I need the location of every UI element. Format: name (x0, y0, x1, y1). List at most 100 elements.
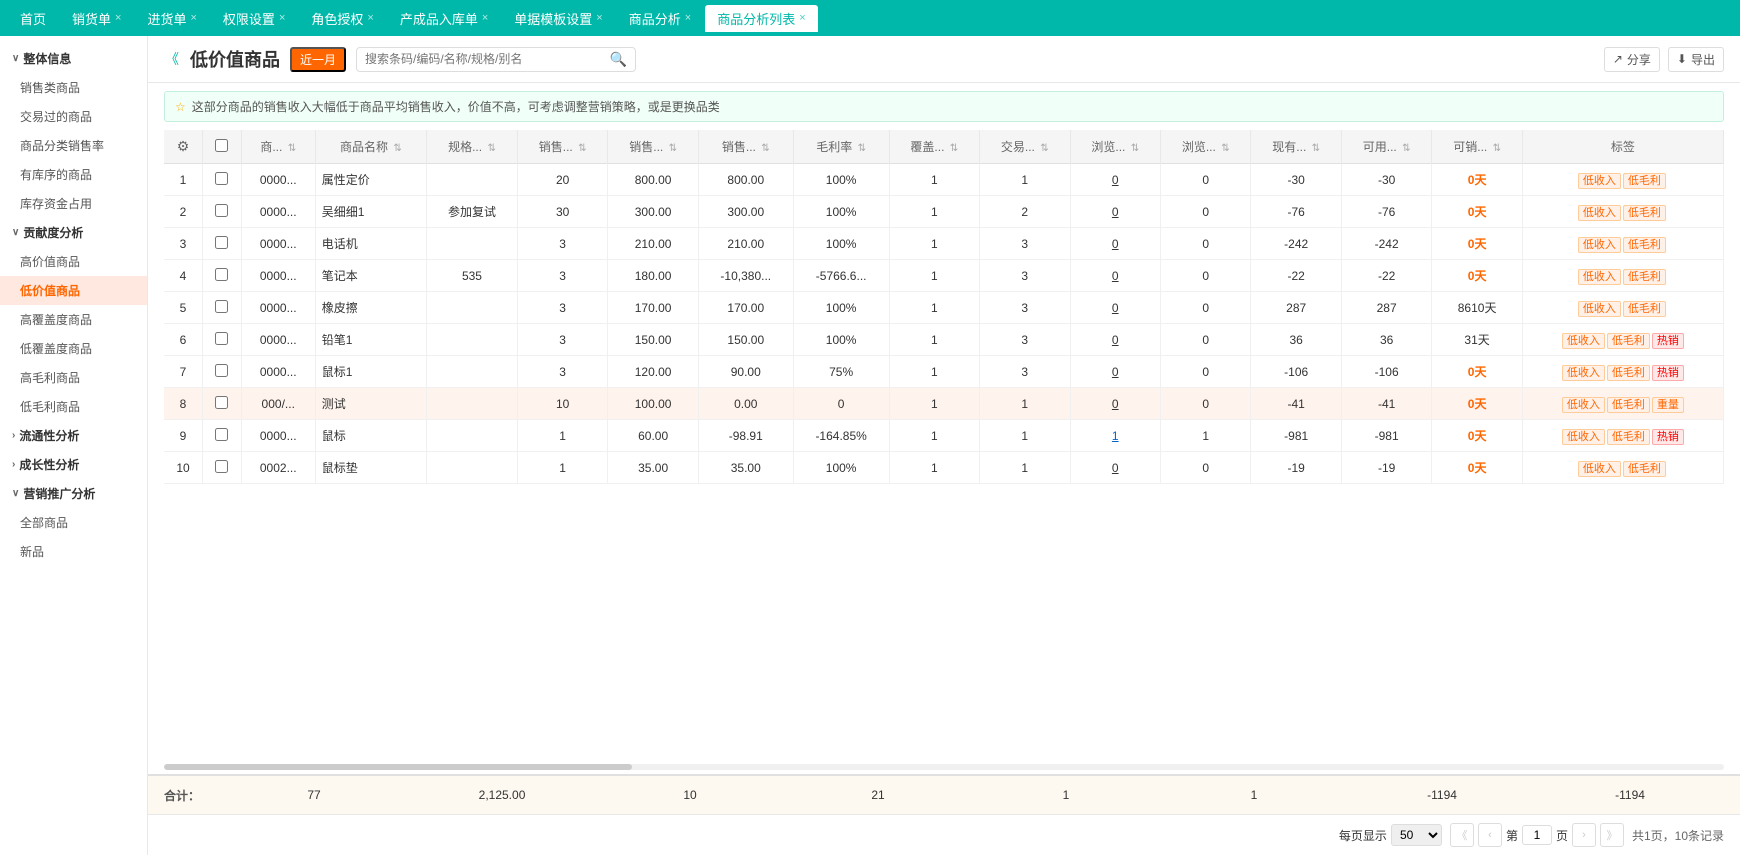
row-select-checkbox[interactable] (215, 204, 228, 217)
close-icon[interactable]: × (190, 12, 196, 24)
row-browse1[interactable]: 1 (1070, 420, 1160, 452)
nav-template-settings[interactable]: 单据模板设置 × (502, 5, 614, 32)
code-column-header[interactable]: 商... ⇅ (241, 130, 315, 164)
sidebar-group-growth[interactable]: › 成长性分析 (0, 450, 147, 479)
checkbox-column-header[interactable] (203, 130, 242, 164)
row-select-checkbox[interactable] (215, 172, 228, 185)
row-checkbox[interactable] (203, 196, 242, 228)
browse1-value[interactable]: 0 (1112, 205, 1119, 219)
share-button[interactable]: ↗ 分享 (1604, 47, 1660, 72)
sidebar-group-overall[interactable]: ∨ 整体信息 (0, 44, 147, 73)
close-icon[interactable]: × (279, 12, 285, 24)
sidebar-item-category-sales-rate[interactable]: 商品分类销售率 (0, 131, 147, 160)
export-button[interactable]: ⬇ 导出 (1668, 47, 1724, 72)
nav-product-stock[interactable]: 产成品入库单 × (388, 5, 500, 32)
page-size-dropdown[interactable]: 50 100 200 (1391, 824, 1442, 846)
row-browse1[interactable]: 0 (1070, 324, 1160, 356)
nav-permissions[interactable]: 权限设置 × (211, 5, 297, 32)
row-select-checkbox[interactable] (215, 396, 228, 409)
sale-qty-column-header[interactable]: 销售... ⇅ (517, 130, 607, 164)
sidebar-item-traded-products[interactable]: 交易过的商品 (0, 102, 147, 131)
sidebar-item-all-products[interactable]: 全部商品 (0, 508, 147, 537)
row-select-checkbox[interactable] (215, 460, 228, 473)
row-select-checkbox[interactable] (215, 300, 228, 313)
last-page-button[interactable]: 》 (1600, 823, 1624, 847)
sidebar-item-stocked-products[interactable]: 有库序的商品 (0, 160, 147, 189)
close-icon[interactable]: × (685, 12, 691, 24)
nav-role-auth[interactable]: 角色授权 × (299, 5, 385, 32)
browse1-value[interactable]: 0 (1112, 397, 1119, 411)
row-browse1[interactable]: 0 (1070, 452, 1160, 484)
next-page-button[interactable]: › (1572, 823, 1596, 847)
sidebar-group-liquidity[interactable]: › 流通性分析 (0, 421, 147, 450)
browse1-column-header[interactable]: 浏览... ⇅ (1070, 130, 1160, 164)
row-checkbox[interactable] (203, 260, 242, 292)
sidebar-item-low-coverage[interactable]: 低覆盖度商品 (0, 334, 147, 363)
browse1-value[interactable]: 0 (1112, 301, 1119, 315)
available-stock-column-header[interactable]: 可用... ⇅ (1341, 130, 1431, 164)
sidebar-item-high-value[interactable]: 高价值商品 (0, 247, 147, 276)
sale-amount-column-header[interactable]: 销售... ⇅ (608, 130, 698, 164)
sidebar-group-contribution[interactable]: ∨ 贡献度分析 (0, 218, 147, 247)
row-select-checkbox[interactable] (215, 428, 228, 441)
first-page-button[interactable]: 《 (1450, 823, 1474, 847)
page-input[interactable] (1522, 825, 1552, 845)
row-checkbox[interactable] (203, 420, 242, 452)
row-checkbox[interactable] (203, 324, 242, 356)
sidebar-item-high-coverage[interactable]: 高覆盖度商品 (0, 305, 147, 334)
row-browse1[interactable]: 0 (1070, 260, 1160, 292)
collapse-sidebar-button[interactable]: 《 (164, 51, 180, 67)
coverage-column-header[interactable]: 覆盖... ⇅ (889, 130, 979, 164)
row-browse1[interactable]: 0 (1070, 388, 1160, 420)
close-icon[interactable]: × (799, 12, 805, 24)
name-column-header[interactable]: 商品名称 ⇅ (315, 130, 426, 164)
row-checkbox[interactable] (203, 164, 242, 196)
row-checkbox[interactable] (203, 292, 242, 324)
row-browse1[interactable]: 0 (1070, 228, 1160, 260)
settings-icon[interactable]: ⚙ (177, 138, 190, 154)
sidebar-item-low-value[interactable]: 低价值商品 (0, 276, 147, 305)
row-browse1[interactable]: 0 (1070, 196, 1160, 228)
browse2-column-header[interactable]: 浏览... ⇅ (1160, 130, 1250, 164)
nav-sales-order[interactable]: 销货单 × (60, 5, 133, 32)
search-input[interactable] (365, 52, 610, 66)
row-select-checkbox[interactable] (215, 268, 228, 281)
close-icon[interactable]: × (596, 12, 602, 24)
sidebar-group-marketing[interactable]: ∨ 营销推广分析 (0, 479, 147, 508)
row-select-checkbox[interactable] (215, 364, 228, 377)
browse1-value[interactable]: 0 (1112, 333, 1119, 347)
row-checkbox[interactable] (203, 228, 242, 260)
horizontal-scrollbar[interactable] (148, 764, 1740, 774)
select-all-checkbox[interactable] (215, 139, 228, 152)
sidebar-item-low-margin[interactable]: 低毛利商品 (0, 392, 147, 421)
sidebar-item-sales-products[interactable]: 销售类商品 (0, 73, 147, 102)
nav-home[interactable]: 首页 (8, 5, 58, 32)
row-checkbox[interactable] (203, 356, 242, 388)
nav-product-analysis[interactable]: 商品分析 × (617, 5, 703, 32)
row-browse1[interactable]: 0 (1070, 164, 1160, 196)
browse1-value[interactable]: 0 (1112, 237, 1119, 251)
spec-column-header[interactable]: 规格... ⇅ (427, 130, 518, 164)
browse1-value[interactable]: 1 (1112, 429, 1119, 443)
row-browse1[interactable]: 0 (1070, 292, 1160, 324)
row-select-checkbox[interactable] (215, 236, 228, 249)
row-checkbox[interactable] (203, 452, 242, 484)
close-icon[interactable]: × (115, 12, 121, 24)
tags-column-header[interactable]: 标签 (1522, 130, 1723, 164)
close-icon[interactable]: × (482, 12, 488, 24)
sidebar-item-new-products[interactable]: 新品 (0, 537, 147, 566)
nav-product-analysis-list[interactable]: 商品分析列表 × (705, 5, 817, 32)
browse1-value[interactable]: 0 (1112, 365, 1119, 379)
sidebar-item-inventory-fund[interactable]: 库存资金占用 (0, 189, 147, 218)
row-browse1[interactable]: 0 (1070, 356, 1160, 388)
filter-tag-button[interactable]: 近一月 (290, 47, 346, 72)
browse1-value[interactable]: 0 (1112, 173, 1119, 187)
gross-margin-column-header[interactable]: 毛利率 ⇅ (793, 130, 889, 164)
row-select-checkbox[interactable] (215, 332, 228, 345)
prev-page-button[interactable]: ‹ (1478, 823, 1502, 847)
saleable-days-column-header[interactable]: 可销... ⇅ (1432, 130, 1522, 164)
row-checkbox[interactable] (203, 388, 242, 420)
transaction-column-header[interactable]: 交易... ⇅ (980, 130, 1070, 164)
browse1-value[interactable]: 0 (1112, 269, 1119, 283)
nav-purchase-order[interactable]: 进货单 × (135, 5, 208, 32)
